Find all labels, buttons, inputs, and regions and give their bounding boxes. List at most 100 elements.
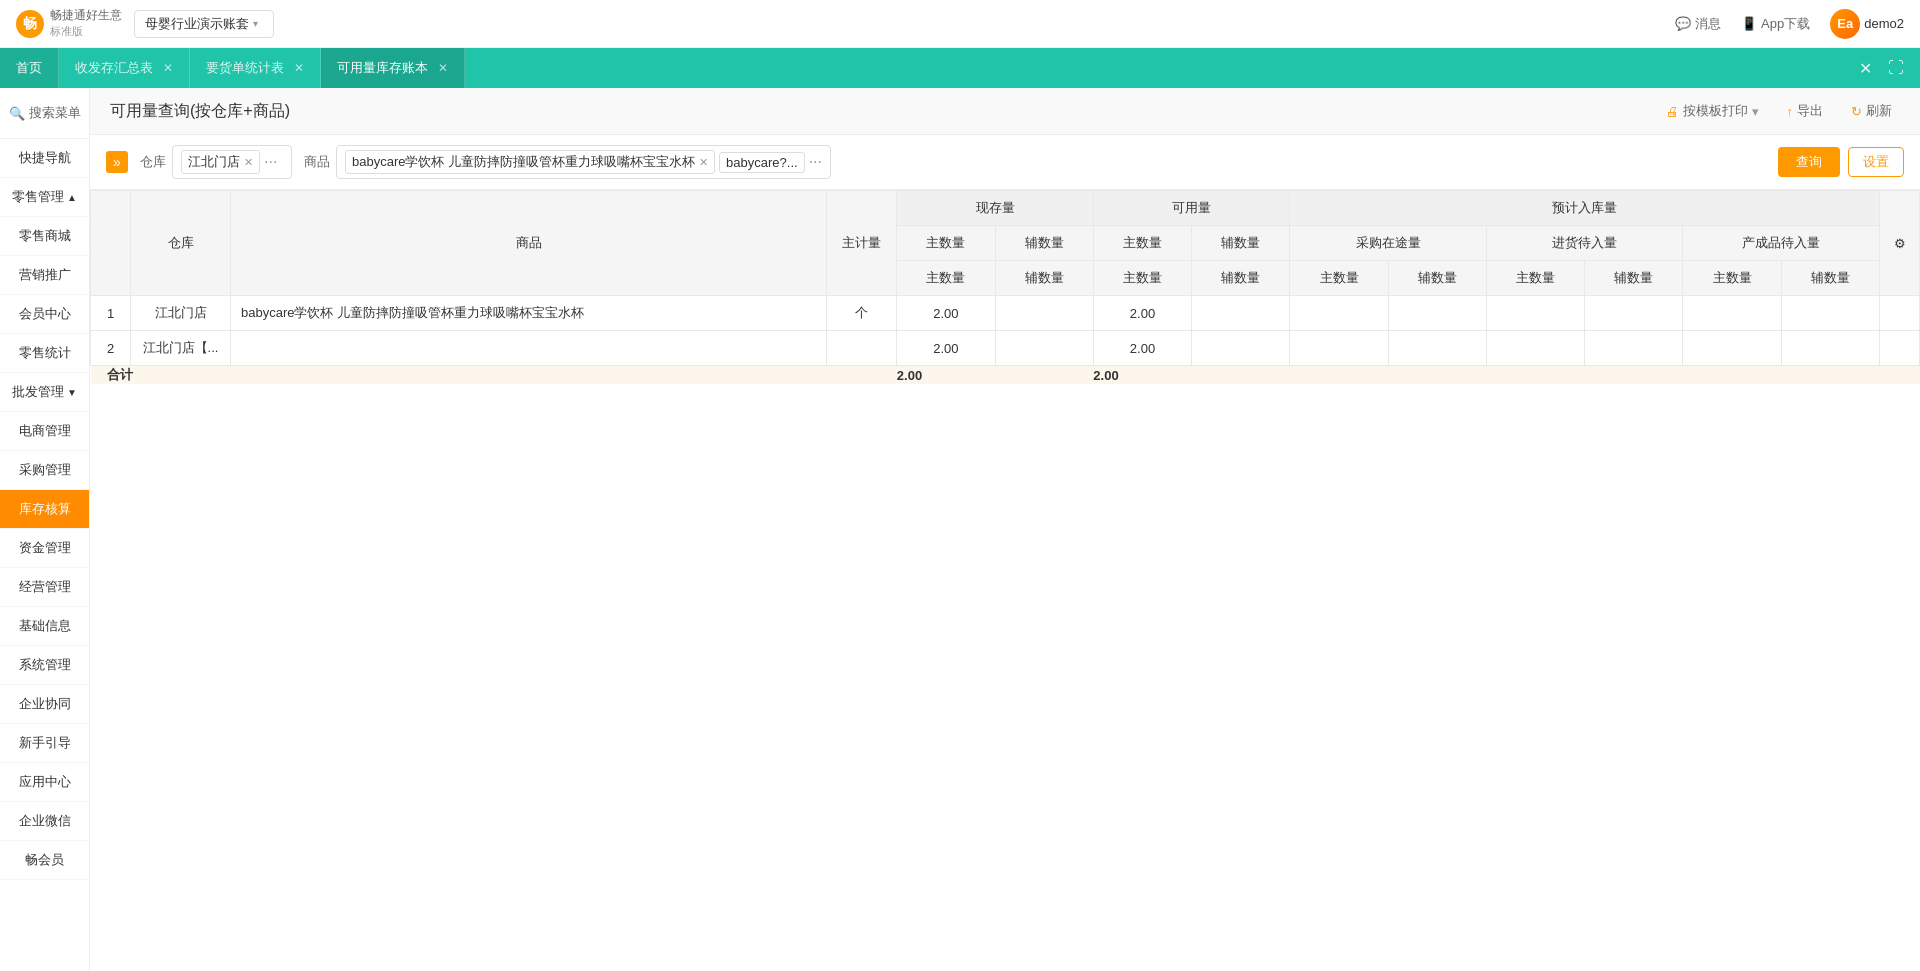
col-cs-aux-qty: 辅数量 xyxy=(995,261,1093,296)
total-purchase-aux xyxy=(1388,366,1486,385)
table-cell-0-0: 1 xyxy=(91,296,131,331)
message-button[interactable]: 💬 消息 xyxy=(1675,15,1721,33)
table-cell-1-10 xyxy=(1486,331,1584,366)
table-cell-1-12 xyxy=(1683,331,1781,366)
sidebar-item-inventory-check[interactable]: 库存核算 xyxy=(0,490,89,529)
table-cell-0-3: 个 xyxy=(827,296,897,331)
product-filter-input[interactable]: babycare学饮杯 儿童防摔防撞吸管杯重力球吸嘴杯宝宝水杯 ✕ babyca… xyxy=(336,145,831,179)
col-main-unit: 主计量 xyxy=(827,191,897,296)
close-all-tabs-button[interactable]: ✕ xyxy=(1855,55,1876,82)
total-row: 合计 2.00 2.00 xyxy=(91,366,1920,385)
user-area[interactable]: Ea demo2 xyxy=(1830,9,1904,39)
sidebar-item-member-center[interactable]: 会员中心 xyxy=(0,295,89,334)
table-cell-1-3 xyxy=(827,331,897,366)
sidebar-item-marketing[interactable]: 营销推广 xyxy=(0,256,89,295)
sidebar-item-new-guide[interactable]: 新手引导 xyxy=(0,724,89,763)
total-current-aux xyxy=(995,366,1093,385)
setting-button[interactable]: 设置 xyxy=(1848,147,1904,177)
tab-order-stats[interactable]: 要货单统计表 ✕ xyxy=(190,48,321,88)
col-current-aux: 辅数量 xyxy=(995,226,1093,261)
tab-receipts[interactable]: 收发存汇总表 ✕ xyxy=(59,48,190,88)
product-more-btn[interactable]: ··· xyxy=(809,153,822,171)
export-button[interactable]: ↑ 导出 xyxy=(1779,98,1832,124)
table-cell-0-8 xyxy=(1290,296,1388,331)
col-av-aux-qty: 辅数量 xyxy=(1192,261,1290,296)
table-cell-0-10 xyxy=(1486,296,1584,331)
message-icon: 💬 xyxy=(1675,16,1691,31)
top-bar-left: 畅 畅捷通好生意 标准版 母婴行业演示账套 ▾ xyxy=(16,8,274,39)
sidebar-item-quick-nav[interactable]: 快捷导航 xyxy=(0,139,89,178)
org-selector[interactable]: 母婴行业演示账套 ▾ xyxy=(134,10,274,38)
col-pp-main-qty: 主数量 xyxy=(1683,261,1781,296)
sidebar-item-retail-stats[interactable]: 零售统计 xyxy=(0,334,89,373)
page-header: 可用量查询(按仓库+商品) 🖨 按模板打印 ▾ ↑ 导出 ↻ 刷新 xyxy=(90,88,1920,135)
col-current-main: 主数量 xyxy=(897,226,995,261)
table-cell-1-2 xyxy=(231,331,827,366)
sidebar-item-retail-mall[interactable]: 零售商城 xyxy=(0,217,89,256)
col-gear[interactable]: ⚙ xyxy=(1880,191,1920,296)
close-order-stats-tab[interactable]: ✕ xyxy=(294,61,304,75)
filter-bar: » 仓库 江北门店 ✕ ··· 商品 babycare学饮杯 儿童防摔防撞吸管杯… xyxy=(90,135,1920,190)
tab-available-stock[interactable]: 可用量库存账本 ✕ xyxy=(321,48,465,88)
main-layout: 🔍 搜索菜单 快捷导航 零售管理 ▲ 零售商城 营销推广 会员中心 零售统计 批… xyxy=(0,88,1920,971)
sidebar-item-wholesale-mgmt[interactable]: 批发管理 ▼ xyxy=(0,373,89,412)
warehouse-filter-input[interactable]: 江北门店 ✕ ··· xyxy=(172,145,292,179)
close-available-stock-tab[interactable]: ✕ xyxy=(438,61,448,75)
top-bar-right: 💬 消息 📱 App下载 Ea demo2 xyxy=(1675,9,1904,39)
refresh-icon: ↻ xyxy=(1851,104,1862,119)
sidebar-item-ops-mgmt[interactable]: 经营管理 xyxy=(0,568,89,607)
page-actions: 🖨 按模板打印 ▾ ↑ 导出 ↻ 刷新 xyxy=(1658,98,1901,124)
chevron-icon: ▲ xyxy=(67,192,77,203)
expand-window-button[interactable]: ⛶ xyxy=(1884,55,1908,81)
sidebar: 🔍 搜索菜单 快捷导航 零售管理 ▲ 零售商城 营销推广 会员中心 零售统计 批… xyxy=(0,88,90,971)
product-tag-1-remove[interactable]: ✕ xyxy=(699,156,708,169)
sidebar-search-area: 🔍 搜索菜单 xyxy=(0,88,89,139)
total-label: 合计 xyxy=(91,366,897,385)
total-current-main: 2.00 xyxy=(897,366,995,385)
warehouse-more-btn[interactable]: ··· xyxy=(264,153,277,171)
sidebar-item-vip-member[interactable]: 畅会员 xyxy=(0,841,89,880)
total-available-main: 2.00 xyxy=(1093,366,1191,385)
query-button[interactable]: 查询 xyxy=(1778,147,1840,177)
sidebar-item-purchase-mgmt[interactable]: 采购管理 xyxy=(0,451,89,490)
table-cell-1-7 xyxy=(1192,331,1290,366)
col-available-main: 主数量 xyxy=(1093,226,1191,261)
total-available-aux xyxy=(1192,366,1290,385)
print-template-button[interactable]: 🖨 按模板打印 ▾ xyxy=(1658,98,1767,124)
logo-icon: 畅 xyxy=(16,10,44,38)
close-receipts-tab[interactable]: ✕ xyxy=(163,61,173,75)
sidebar-item-retail-mgmt[interactable]: 零售管理 ▲ xyxy=(0,178,89,217)
sidebar-item-basic-info[interactable]: 基础信息 xyxy=(0,607,89,646)
table-cell-1-0: 2 xyxy=(91,331,131,366)
app-download-button[interactable]: 📱 App下载 xyxy=(1741,15,1810,33)
sidebar-item-finance-mgmt[interactable]: 资金管理 xyxy=(0,529,89,568)
nav-tabs: 首页 收发存汇总表 ✕ 要货单统计表 ✕ 可用量库存账本 ✕ ✕ ⛶ xyxy=(0,48,1920,88)
table-cell-0-2: babycare学饮杯 儿童防摔防撞吸管杯重力球吸嘴杯宝宝水杯 xyxy=(231,296,827,331)
table-cell-1-1: 江北门店【... xyxy=(131,331,231,366)
sidebar-item-app-center[interactable]: 应用中心 xyxy=(0,763,89,802)
table-cell-0-4: 2.00 xyxy=(897,296,995,331)
warehouse-tag-remove[interactable]: ✕ xyxy=(244,156,253,169)
sidebar-item-system-mgmt[interactable]: 系统管理 xyxy=(0,646,89,685)
refresh-button[interactable]: ↻ 刷新 xyxy=(1843,98,1900,124)
table-container: 仓库 商品 主计量 现存量 可用量 预计入库量 ⚙ 主数量 辅数量 主数量 辅数… xyxy=(90,190,1920,971)
product-tag-1: babycare学饮杯 儿童防摔防撞吸管杯重力球吸嘴杯宝宝水杯 ✕ xyxy=(345,150,715,174)
table-cell-1-6: 2.00 xyxy=(1093,331,1191,366)
sidebar-item-enterprise-collab[interactable]: 企业协同 xyxy=(0,685,89,724)
col-purchase-transit: 采购在途量 xyxy=(1290,226,1487,261)
col-av-main-qty: 主数量 xyxy=(1093,261,1191,296)
filter-expand-button[interactable]: » xyxy=(106,151,128,173)
sidebar-item-enterprise-wechat[interactable]: 企业微信 xyxy=(0,802,89,841)
product-tag-2: babycare?... xyxy=(719,152,805,173)
col-product-pending: 产成品待入量 xyxy=(1683,226,1880,261)
table-cell-0-11 xyxy=(1585,296,1683,331)
sidebar-item-ecommerce-mgmt[interactable]: 电商管理 xyxy=(0,412,89,451)
warehouse-filter-group: 仓库 江北门店 ✕ ··· xyxy=(140,145,292,179)
table-cell-1-13 xyxy=(1781,331,1879,366)
tab-home[interactable]: 首页 xyxy=(0,48,59,88)
total-incoming-main xyxy=(1486,366,1584,385)
col-cs-main-qty: 主数量 xyxy=(897,261,995,296)
search-menu-button[interactable]: 🔍 搜索菜单 xyxy=(8,98,81,128)
content-area: 可用量查询(按仓库+商品) 🖨 按模板打印 ▾ ↑ 导出 ↻ 刷新 » xyxy=(90,88,1920,971)
col-product: 商品 xyxy=(231,191,827,296)
